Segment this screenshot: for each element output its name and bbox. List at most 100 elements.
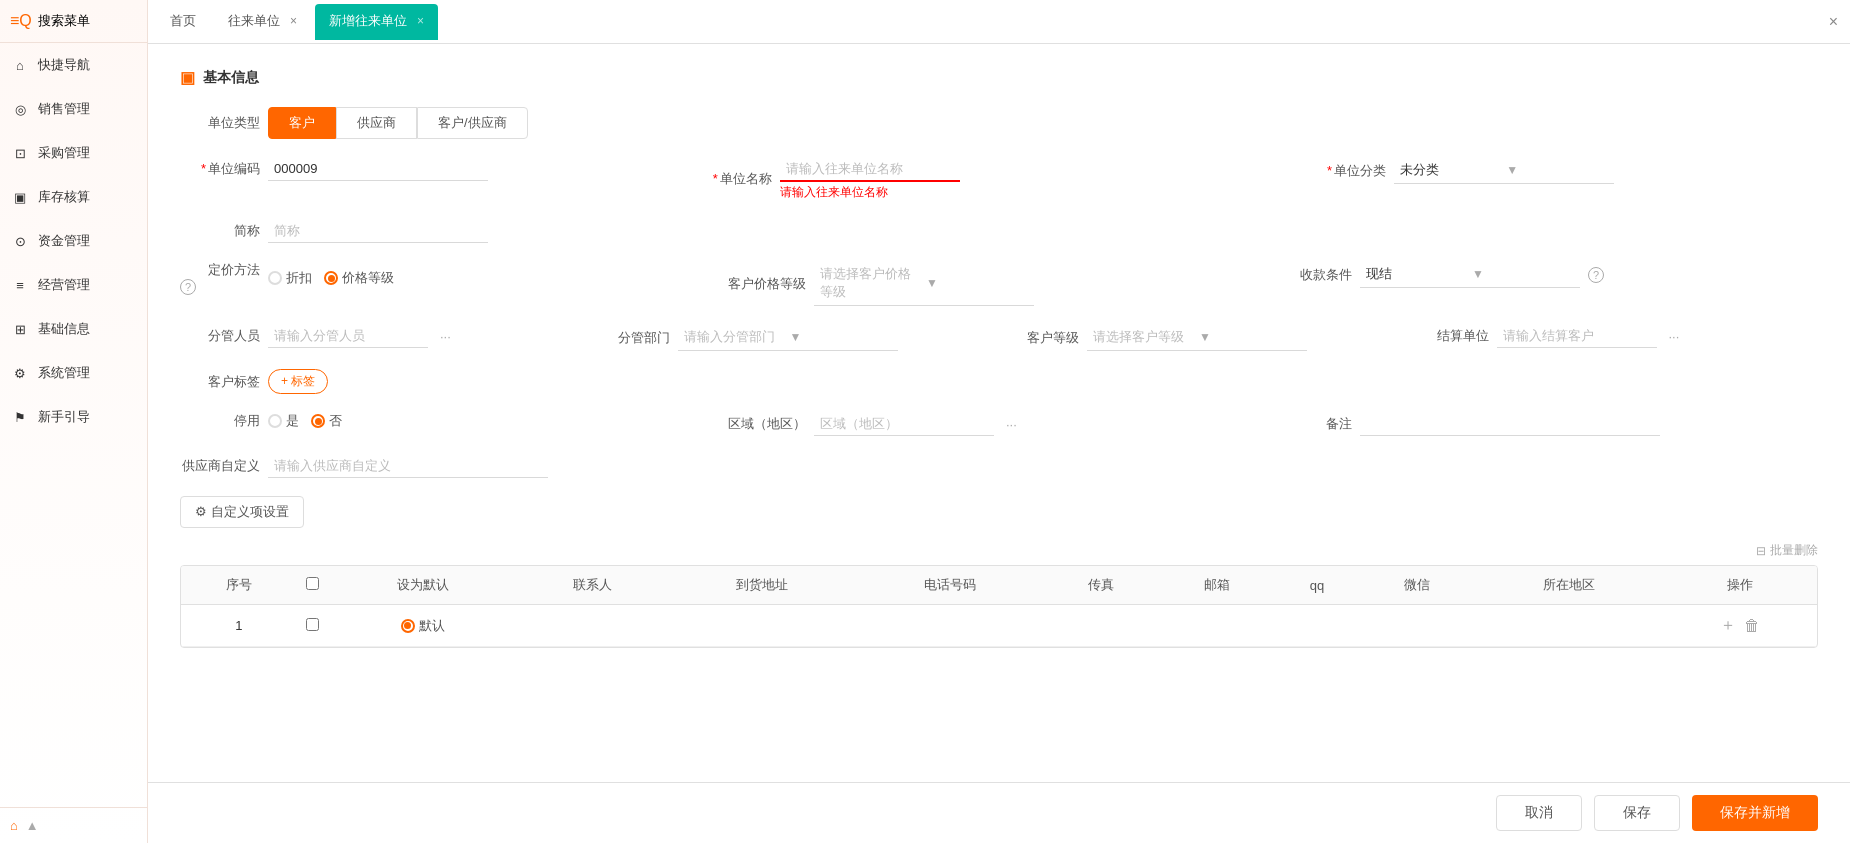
row-delete-btn[interactable]: 🗑 xyxy=(1744,617,1760,635)
col-checkbox xyxy=(297,566,329,605)
remark-field: 备注 xyxy=(1272,412,1818,436)
disabled-no-circle xyxy=(311,414,325,428)
row-add-btn[interactable]: ＋ xyxy=(1720,615,1736,636)
pricing-level-label: 价格等级 xyxy=(342,269,394,287)
disabled-yes-radio[interactable]: 是 xyxy=(268,412,299,430)
col-region: 所在地区 xyxy=(1475,566,1663,605)
batch-delete-area: ⊟ 批量删除 xyxy=(180,542,1818,559)
tab-new-contact-close[interactable]: × xyxy=(417,14,424,28)
add-tag-btn[interactable]: + 标签 xyxy=(268,369,328,394)
settlement-unit-label: 结算单位 xyxy=(1409,327,1489,345)
unit-category-select[interactable]: 未分类 ▼ xyxy=(1394,157,1614,184)
tab-new-contact[interactable]: 新增往来单位 × xyxy=(315,4,438,40)
short-name-row: 简称 xyxy=(180,219,1818,243)
row-fax xyxy=(1043,605,1159,647)
unit-code-label: *单位编码 xyxy=(180,160,260,178)
col-fax: 传真 xyxy=(1043,566,1159,605)
sidebar-item-system[interactable]: ⚙ 系统管理 xyxy=(0,351,147,395)
custom-settings-btn[interactable]: ⚙ 自定义项设置 xyxy=(180,496,304,528)
sidebar-item-guide[interactable]: ⚑ 新手引导 xyxy=(0,395,147,439)
region-input[interactable] xyxy=(814,412,994,436)
unit-name-label: *单位名称 xyxy=(692,170,772,188)
short-name-field: 简称 xyxy=(180,219,1818,243)
sidebar-item-label: 采购管理 xyxy=(38,144,90,162)
payment-terms-help-icon[interactable]: ? xyxy=(1588,267,1604,283)
disabled-no-radio[interactable]: 否 xyxy=(311,412,342,430)
row-qq xyxy=(1275,605,1359,647)
pricing-method-label: 定价方法 ? xyxy=(180,261,260,295)
payment-terms-label: 收款条件 xyxy=(1272,266,1352,284)
coin-icon: ⊙ xyxy=(10,231,30,251)
sidebar-item-operations[interactable]: ≡ 经营管理 xyxy=(0,263,147,307)
unit-code-input[interactable] xyxy=(268,157,488,181)
unit-type-row: 单位类型 客户 供应商 客户/供应商 xyxy=(180,107,1818,139)
manager-input[interactable] xyxy=(268,324,428,348)
unit-btn-supplier[interactable]: 供应商 xyxy=(336,107,417,139)
department-chevron: ▼ xyxy=(790,330,892,344)
sidebar-item-label: 经营管理 xyxy=(38,276,90,294)
row-default-radio[interactable]: 默认 xyxy=(337,617,509,635)
settlement-unit-input[interactable] xyxy=(1497,324,1657,348)
pricing-discount-circle xyxy=(268,271,282,285)
tab-home[interactable]: 首页 xyxy=(156,4,210,40)
unit-type-field: 单位类型 客户 供应商 客户/供应商 xyxy=(180,107,1818,139)
unit-category-label: *单位分类 xyxy=(1306,162,1386,180)
row-checkbox-cell xyxy=(297,605,329,647)
section-title-icon: ▣ xyxy=(180,68,195,87)
remark-input[interactable] xyxy=(1360,412,1660,436)
sidebar-item-basic[interactable]: ⊞ 基础信息 xyxy=(0,307,147,351)
sidebar-item-purchase[interactable]: ⊡ 采购管理 xyxy=(0,131,147,175)
unit-code-field: *单位编码 xyxy=(180,157,692,181)
supplier-custom-label: 供应商自定义 xyxy=(180,457,260,475)
region-label: 区域（地区） xyxy=(726,415,806,433)
tab-home-label: 首页 xyxy=(170,12,196,30)
grid-icon: ⊞ xyxy=(10,319,30,339)
home-icon: ⌂ xyxy=(10,55,30,75)
sidebar-item-inventory[interactable]: ▣ 库存核算 xyxy=(0,175,147,219)
code-name-row: *单位编码 *单位名称 请输入往来单位名称 *单位分类 未分类 xyxy=(180,157,1818,201)
sidebar-item-sales[interactable]: ◎ 销售管理 xyxy=(0,87,147,131)
short-name-label: 简称 xyxy=(180,222,260,240)
batch-delete-btn[interactable]: 批量删除 xyxy=(1770,542,1818,559)
save-button[interactable]: 保存 xyxy=(1594,795,1680,831)
payment-terms-select[interactable]: 现结 ▼ xyxy=(1360,261,1580,288)
customer-price-level-label: 客户价格等级 xyxy=(726,275,806,293)
tab-contact-close[interactable]: × xyxy=(290,14,297,28)
pricing-discount-radio[interactable]: 折扣 xyxy=(268,269,312,287)
manager-row: 分管人员 ··· 分管部门 请输入分管部门 ▼ 客户等级 请选择客户等级 ▼ 结… xyxy=(180,324,1818,351)
row-default-circle xyxy=(401,619,415,633)
customer-price-level-select[interactable]: 请选择客户价格等级 ▼ xyxy=(814,261,1034,306)
select-all-checkbox[interactable] xyxy=(306,577,319,590)
sidebar-search-label: 搜索菜单 xyxy=(38,12,90,30)
tab-contact[interactable]: 往来单位 × xyxy=(214,4,311,40)
unit-btn-customer[interactable]: 客户 xyxy=(268,107,336,139)
sidebar-item-quick-nav[interactable]: ⌂ 快捷导航 xyxy=(0,43,147,87)
customer-level-chevron: ▼ xyxy=(1199,330,1301,344)
unit-btn-both[interactable]: 客户/供应商 xyxy=(417,107,528,139)
customer-level-select[interactable]: 请选择客户等级 ▼ xyxy=(1087,324,1307,351)
department-select[interactable]: 请输入分管部门 ▼ xyxy=(678,324,898,351)
sidebar-search[interactable]: ≡Q 搜索菜单 xyxy=(0,0,147,43)
tab-new-contact-label: 新增往来单位 xyxy=(329,12,407,30)
row-region xyxy=(1475,605,1663,647)
tab-bar-close-btn[interactable]: × xyxy=(1825,9,1842,35)
sidebar-item-finance[interactable]: ⊙ 资金管理 xyxy=(0,219,147,263)
settlement-unit-dots-btn[interactable]: ··· xyxy=(1665,329,1684,344)
col-actions: 操作 xyxy=(1662,566,1817,605)
manager-dots-btn[interactable]: ··· xyxy=(436,329,455,344)
short-name-input[interactable] xyxy=(268,219,488,243)
pricing-method-field: 定价方法 ? 折扣 价格等级 xyxy=(180,261,726,295)
region-dots-btn[interactable]: ··· xyxy=(1002,417,1021,432)
row-seq: 1 xyxy=(181,605,297,647)
row-checkbox[interactable] xyxy=(306,618,319,631)
supplier-custom-input[interactable] xyxy=(268,454,548,478)
unit-name-input[interactable] xyxy=(780,157,960,182)
pricing-level-radio[interactable]: 价格等级 xyxy=(324,269,394,287)
pricing-help-icon[interactable]: ? xyxy=(180,279,196,295)
customer-level-field: 客户等级 请选择客户等级 ▼ xyxy=(999,324,1409,351)
cancel-button[interactable]: 取消 xyxy=(1496,795,1582,831)
unit-category-value: 未分类 xyxy=(1400,161,1502,179)
sidebar-bottom-icon1[interactable]: ⌂ xyxy=(10,818,18,833)
save-new-button[interactable]: 保存并新增 xyxy=(1692,795,1818,831)
sidebar-bottom-icon2[interactable]: ▲ xyxy=(26,818,39,833)
